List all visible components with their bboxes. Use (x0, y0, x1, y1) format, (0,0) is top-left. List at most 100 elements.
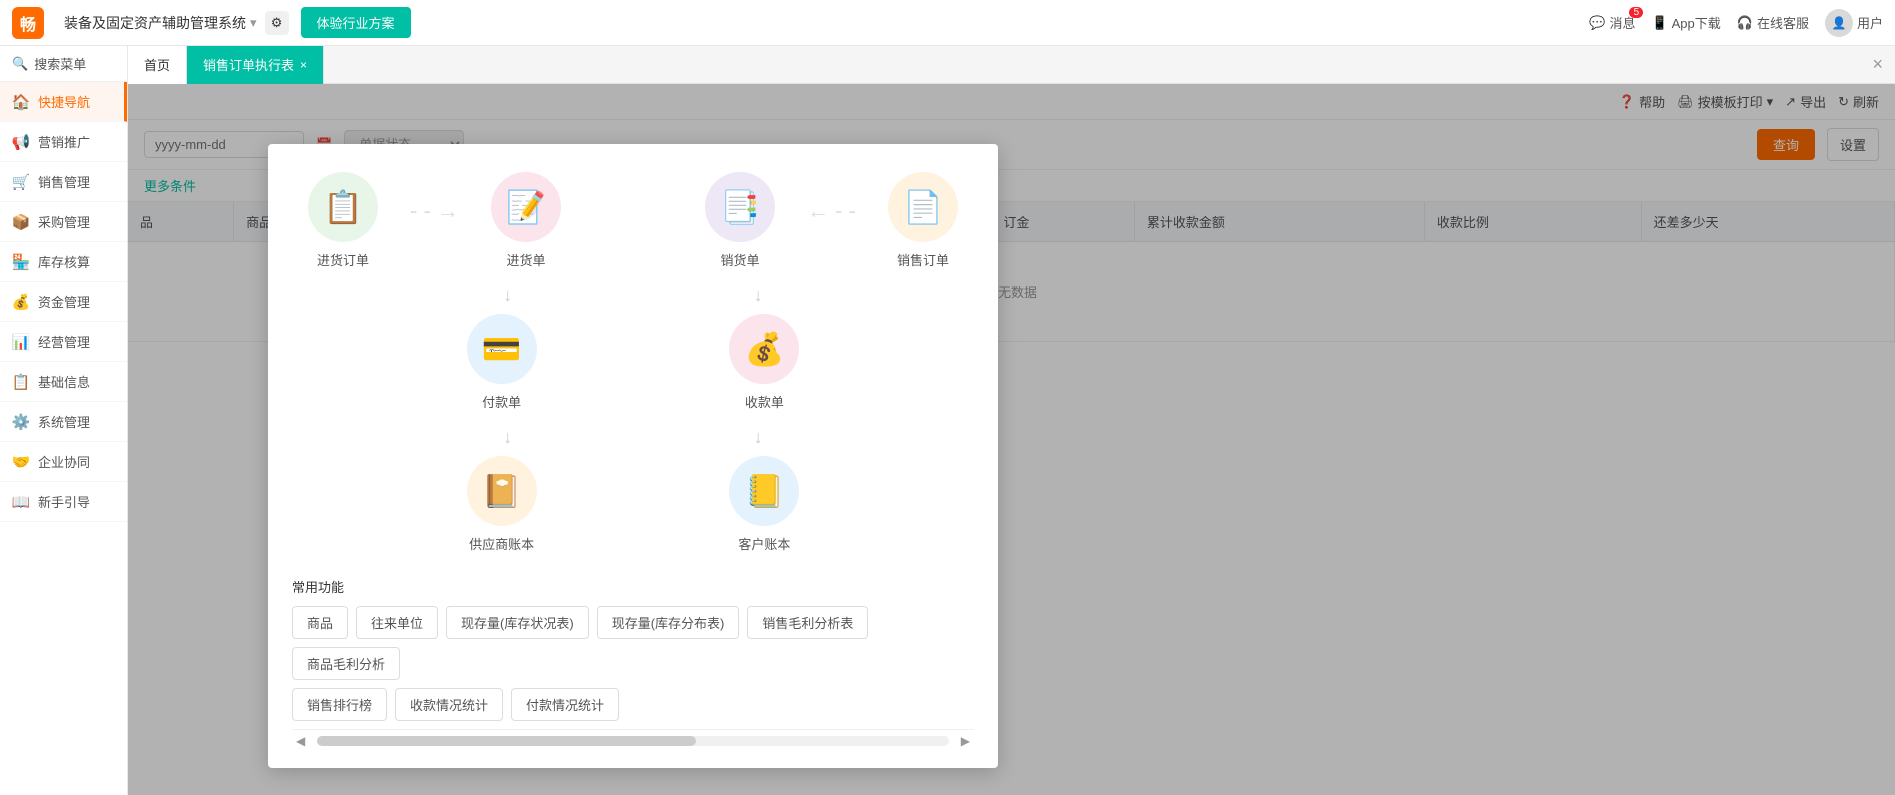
app-container: 畅 装备及固定资产辅助管理系统 ▾ ⚙ 体验行业方案 💬 消息 5 📱 App下… (0, 0, 1895, 795)
flow-customer-ledger[interactable]: 📒 客户账本 (729, 448, 799, 561)
func-btn-销售排行榜[interactable]: 销售排行榜 (292, 688, 387, 721)
sidebar-label-marketing: 营销推广 (38, 132, 90, 151)
user-action[interactable]: 👤 用户 (1825, 9, 1883, 37)
func-btn-销售毛利分析表[interactable]: 销售毛利分析表 (747, 606, 868, 639)
arrow-right-1: - - → (410, 198, 459, 224)
func-btn-现存量(库存分布表)[interactable]: 现存量(库存分布表) (597, 606, 740, 639)
sidebar-item-basic[interactable]: 📋 基础信息 (0, 362, 127, 402)
scroll-left-arrow[interactable]: ◀ (292, 734, 309, 748)
sidebar-label-purchase: 采购管理 (38, 212, 90, 231)
flow-payment-bill[interactable]: 💳 付款单 (467, 306, 537, 419)
sidebar-icon-collab: 🤝 (12, 453, 30, 471)
download-icon: 📱 (1651, 15, 1667, 31)
settings-icon[interactable]: ⚙ (265, 11, 289, 35)
close-all-tabs[interactable]: × (1860, 54, 1895, 75)
try-industry-button[interactable]: 体验行业方案 (301, 7, 411, 38)
sidebar-label-quick-nav: 快捷导航 (38, 92, 90, 111)
sidebar-icon-system: ⚙️ (12, 413, 30, 431)
top-bar-right: 💬 消息 5 📱 App下载 🎧 在线客服 👤 用户 (1589, 9, 1883, 37)
sidebar-icon-basic: 📋 (12, 373, 30, 391)
sidebar-label-system: 系统管理 (38, 412, 90, 431)
flow-sale-order[interactable]: 📄 销售订单 (888, 164, 958, 277)
logo-area: 畅 (12, 7, 44, 39)
payment-bill-circle: 💳 (467, 314, 537, 384)
flow-purchase-bill[interactable]: 📝 进货单 (491, 164, 561, 277)
message-badge: 5 (1629, 7, 1643, 18)
func-btn-商品毛利分析[interactable]: 商品毛利分析 (292, 647, 400, 680)
payment-bill-label: 付款单 (482, 392, 521, 411)
common-functions: 常用功能 商品往来单位现存量(库存状况表)现存量(库存分布表)销售毛利分析表商品… (292, 577, 974, 721)
message-icon: 💬 (1589, 15, 1605, 31)
service-icon: 🎧 (1737, 15, 1753, 31)
sidebar-item-inventory[interactable]: 🏪 库存核算 (0, 242, 127, 282)
online-service-action[interactable]: 🎧 在线客服 (1737, 13, 1809, 32)
tab-home[interactable]: 首页 (128, 46, 187, 84)
sidebar-item-collab[interactable]: 🤝 企业协同 (0, 442, 127, 482)
arrow-left-1: ← - - (807, 198, 856, 224)
sidebar-icon-inventory: 🏪 (12, 253, 30, 271)
sidebar-label-finance: 资金管理 (38, 292, 90, 311)
flow-supplier-ledger[interactable]: 📔 供应商账本 (467, 448, 537, 561)
sidebar-label-newbie: 新手引导 (38, 492, 90, 511)
dropdown-icon[interactable]: ▾ (250, 15, 257, 31)
down-arrow-receipt: ↓ (754, 285, 763, 306)
modal-overlay: 📋 进货订单 - - → 📝 (128, 84, 1895, 795)
main-area: 🔍 搜索菜单 🏠 快捷导航 📢 营销推广 🛒 销售管理 📦采购管理 🏪 库存核算 💰 资金管理 📊经营… (0, 46, 1895, 795)
sidebar-item-purchase[interactable]: 📦采购管理 (0, 202, 127, 242)
tab-close-icon[interactable]: × (300, 58, 307, 72)
message-action[interactable]: 💬 消息 5 (1589, 13, 1635, 32)
logo-icon: 畅 (12, 7, 44, 39)
sidebar-item-operations[interactable]: 📊经营管理 (0, 322, 127, 362)
sidebar-item-quick-nav[interactable]: 🏠 快捷导航 (0, 82, 127, 122)
scroll-track[interactable] (317, 736, 949, 746)
flow-purchase-order[interactable]: 📋 进货订单 (308, 164, 378, 277)
supplier-ledger-circle: 📔 (467, 456, 537, 526)
receipt-bill-label: 收款单 (745, 392, 784, 411)
sale-order-circle: 📄 (888, 172, 958, 242)
scroll-right-arrow[interactable]: ▶ (957, 734, 974, 748)
sidebar-label-inventory: 库存核算 (38, 252, 90, 271)
func-btn-付款情况统计[interactable]: 付款情况统计 (511, 688, 619, 721)
flow-sale-bill[interactable]: 📑 销货单 (705, 164, 775, 277)
tab-sales-order[interactable]: 销售订单执行表 × (187, 46, 324, 84)
sidebar-icon-sales: 🛒 (12, 173, 30, 191)
sidebar-label-basic: 基础信息 (38, 372, 90, 391)
sidebar-icon-finance: 💰 (12, 293, 30, 311)
func-btn-现存量(库存状况表)[interactable]: 现存量(库存状况表) (446, 606, 589, 639)
scroll-bar-area: ◀ ▶ (292, 729, 974, 752)
system-title: 装备及固定资产辅助管理系统 (64, 13, 246, 33)
page-content: ❓ 帮助 🖨 按模板打印 ▾ ↗ 导出 ↻ 刷新 (128, 84, 1895, 795)
sidebar-item-newbie[interactable]: 📖 新手引导 (0, 482, 127, 522)
sidebar-icon-marketing: 📢 (12, 133, 30, 151)
sale-order-label: 销售订单 (897, 250, 949, 269)
scroll-thumb (317, 736, 696, 746)
sidebar-item-sales[interactable]: 🛒 销售管理 (0, 162, 127, 202)
tab-bar: 首页 销售订单执行表 × × (128, 46, 1895, 84)
receipt-bill-circle: 💰 (729, 314, 799, 384)
sidebar-item-system[interactable]: ⚙️ 系统管理 (0, 402, 127, 442)
flow-receipt-bill[interactable]: 💰 收款单 (729, 306, 799, 419)
sidebar-label-sales: 销售管理 (38, 172, 90, 191)
sidebar-icon-quick-nav: 🏠 (12, 93, 30, 111)
func-btn-收款情况统计[interactable]: 收款情况统计 (395, 688, 503, 721)
sidebar-icon-newbie: 📖 (12, 493, 30, 511)
flow-modal: 📋 进货订单 - - → 📝 (268, 144, 998, 768)
purchase-bill-circle: 📝 (491, 172, 561, 242)
purchase-order-circle: 📋 (308, 172, 378, 242)
top-bar: 畅 装备及固定资产辅助管理系统 ▾ ⚙ 体验行业方案 💬 消息 5 📱 App下… (0, 0, 1895, 46)
customer-ledger-label: 客户账本 (738, 534, 790, 553)
sidebar-label-collab: 企业协同 (38, 452, 90, 471)
sidebar-label-operations: 经营管理 (38, 332, 90, 351)
search-menu[interactable]: 🔍 搜索菜单 (0, 46, 127, 82)
func-buttons-row1: 商品往来单位现存量(库存状况表)现存量(库存分布表)销售毛利分析表商品毛利分析 (292, 606, 974, 680)
func-btn-商品[interactable]: 商品 (292, 606, 348, 639)
common-func-title: 常用功能 (292, 577, 974, 596)
sidebar-item-finance[interactable]: 💰 资金管理 (0, 282, 127, 322)
avatar: 👤 (1825, 9, 1853, 37)
purchase-bill-label: 进货单 (506, 250, 545, 269)
supplier-ledger-label: 供应商账本 (469, 534, 534, 553)
app-download-action[interactable]: 📱 App下载 (1651, 13, 1720, 32)
func-buttons-row2: 销售排行榜收款情况统计付款情况统计 (292, 688, 974, 721)
sidebar-item-marketing[interactable]: 📢 营销推广 (0, 122, 127, 162)
func-btn-往来单位[interactable]: 往来单位 (356, 606, 438, 639)
